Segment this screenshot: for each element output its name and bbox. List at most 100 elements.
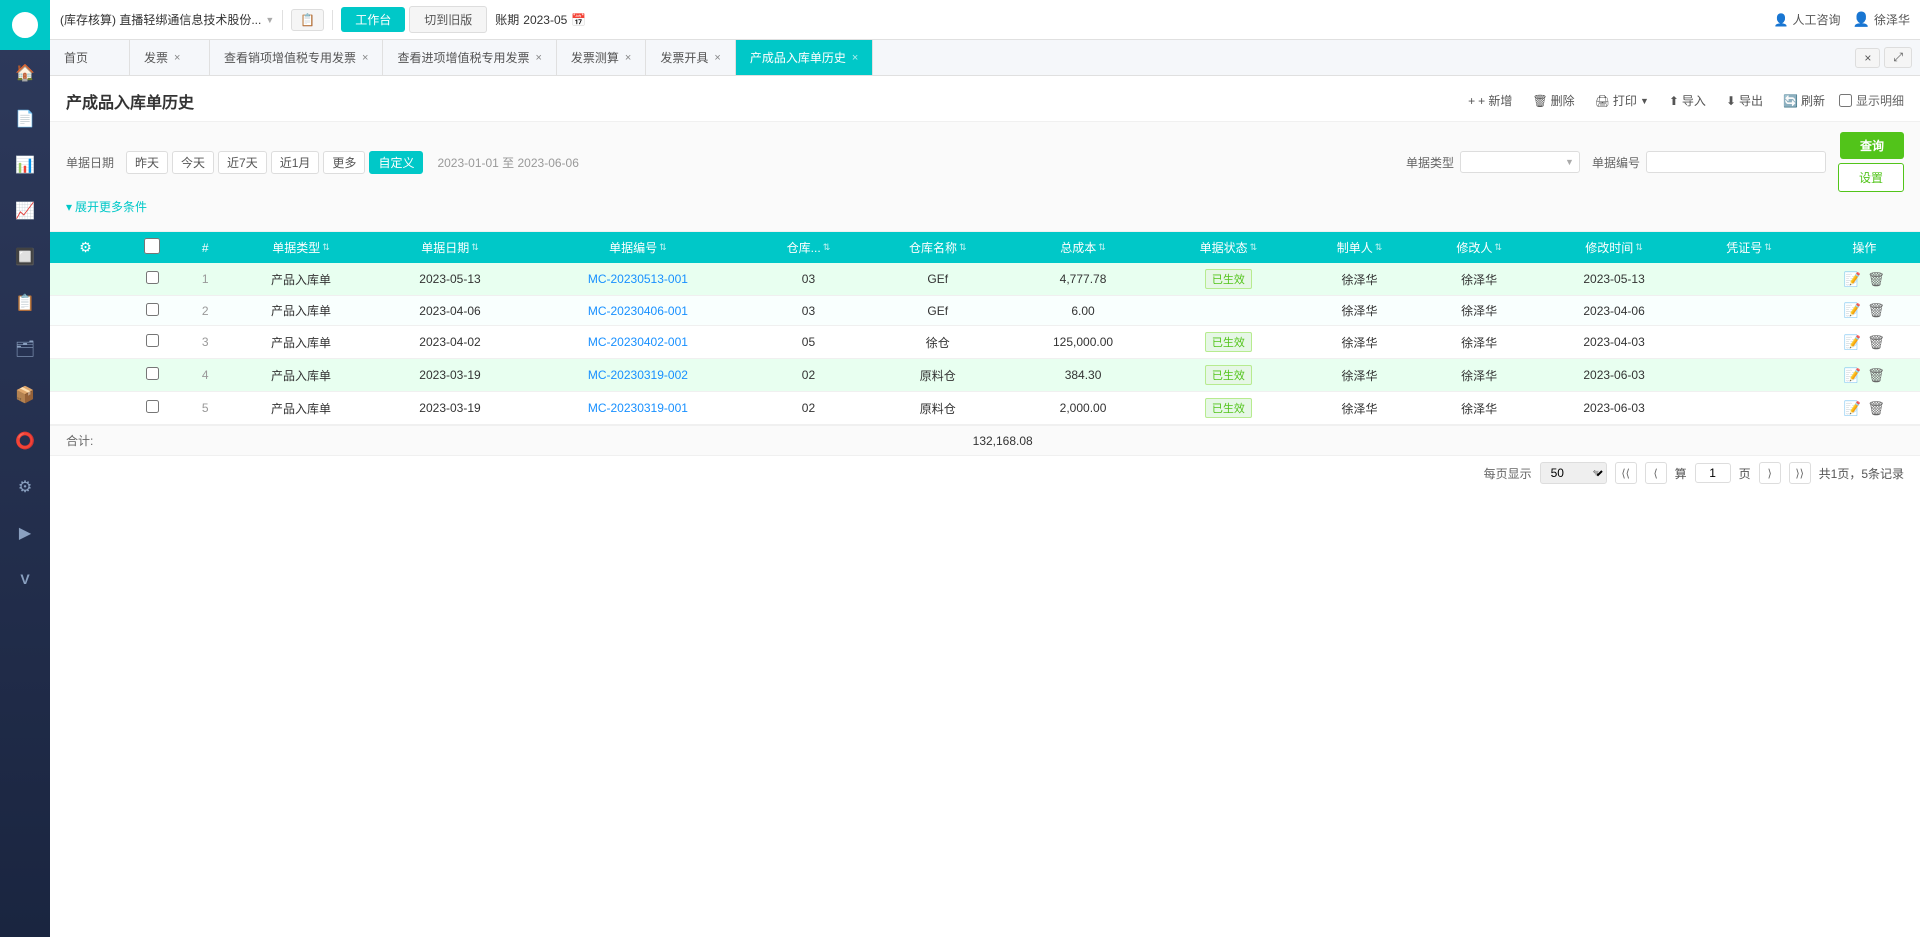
date-btn-more[interactable]: 更多 — [323, 151, 365, 174]
col-modifier[interactable]: 修改人⇅ — [1419, 232, 1539, 263]
show-detail-checkbox[interactable] — [1839, 94, 1852, 107]
cell-checkbox[interactable] — [121, 326, 183, 359]
close-all-tabs-button[interactable]: × — [1855, 48, 1880, 68]
cell-checkbox[interactable] — [121, 359, 183, 392]
sidebar-item-module8[interactable]: 📦 — [0, 372, 50, 418]
delete-button[interactable]: 🗑 删除 — [1526, 88, 1580, 113]
delete-row-icon[interactable]: 🗑 — [1867, 302, 1885, 319]
tab-product-inbound[interactable]: 产成品入库单历史 × — [736, 40, 873, 75]
first-page-button[interactable]: ⟨⟨ — [1615, 462, 1637, 484]
company-dropdown-icon: ▼ — [265, 15, 274, 25]
row-checkbox[interactable] — [146, 303, 159, 316]
tab-invoice-calc-close[interactable]: × — [625, 52, 631, 64]
tab-invoice-open-close[interactable]: × — [714, 52, 720, 64]
tab-sales-vat-close[interactable]: × — [362, 52, 368, 64]
tab-invoice-calc[interactable]: 发票测算 × — [557, 40, 646, 75]
tab-sales-vat[interactable]: 查看销项增值税专用发票 × — [210, 40, 383, 75]
sidebar-item-home[interactable]: 🏠 — [0, 50, 50, 96]
doc-copy-button[interactable]: 📋 — [291, 9, 324, 31]
per-page-select[interactable]: 20 50 100 — [1540, 462, 1607, 484]
refresh-button[interactable]: 🔄 刷新 — [1777, 88, 1831, 113]
prev-page-button[interactable]: ⟨ — [1645, 462, 1667, 484]
tab-purchase-vat-close[interactable]: × — [535, 52, 541, 64]
sidebar-item-doc[interactable]: 📄 — [0, 96, 50, 142]
query-button[interactable]: 查询 — [1840, 132, 1904, 159]
row-checkbox[interactable] — [146, 334, 159, 347]
code-link[interactable]: MC-20230319-001 — [588, 401, 688, 415]
period-selector[interactable]: 账期 2023-05 📅 — [495, 11, 586, 28]
import-button[interactable]: ⬆ 导入 — [1663, 88, 1712, 113]
cell-checkbox[interactable] — [121, 392, 183, 425]
col-status[interactable]: 单据状态⇅ — [1157, 232, 1300, 263]
expand-tabs-button[interactable]: ⤢ — [1884, 47, 1912, 68]
switch-old-button[interactable]: 切到旧版 — [409, 6, 487, 33]
export-button[interactable]: ⬇ 导出 — [1720, 88, 1769, 113]
col-settings[interactable]: ⚙ — [50, 232, 121, 263]
date-btn-custom[interactable]: 自定义 — [369, 151, 423, 174]
col-voucher[interactable]: 凭证号⇅ — [1689, 232, 1809, 263]
delete-row-icon[interactable]: 🗑 — [1867, 271, 1885, 288]
col-type[interactable]: 单据类型⇅ — [227, 232, 375, 263]
sidebar-item-trend[interactable]: 📈 — [0, 188, 50, 234]
delete-row-icon[interactable]: 🗑 — [1867, 334, 1885, 351]
tab-home[interactable]: 首页 — [50, 40, 130, 75]
select-all-checkbox[interactable] — [144, 238, 160, 254]
code-link[interactable]: MC-20230406-001 — [588, 304, 688, 318]
type-select[interactable]: 产品入库单 — [1460, 151, 1580, 173]
edit-icon[interactable]: 📝 — [1844, 302, 1861, 319]
tab-purchase-vat[interactable]: 查看进项增值税专用发票 × — [383, 40, 556, 75]
column-settings-button[interactable]: ⚙ — [75, 239, 96, 256]
tab-invoice-close[interactable]: × — [174, 52, 180, 64]
col-warehouse-code[interactable]: 仓库...⇅ — [751, 232, 867, 263]
date-btn-7days[interactable]: 近7天 — [218, 151, 267, 174]
edit-icon[interactable]: 📝 — [1844, 400, 1861, 417]
sidebar-item-module10[interactable]: ⚙ — [0, 464, 50, 510]
code-link[interactable]: MC-20230402-001 — [588, 335, 688, 349]
tab-invoice[interactable]: 发票 × — [130, 40, 210, 75]
sidebar-item-module7[interactable]: 🗂 — [0, 326, 50, 372]
col-total-cost[interactable]: 总成本⇅ — [1009, 232, 1157, 263]
next-page-button[interactable]: ⟩ — [1759, 462, 1781, 484]
print-button[interactable]: 🖨 打印 ▼ — [1589, 88, 1655, 113]
user-area[interactable]: 👤 徐泽华 — [1853, 11, 1910, 28]
code-link[interactable]: MC-20230319-002 — [588, 368, 688, 382]
cell-checkbox[interactable] — [121, 296, 183, 326]
row-checkbox[interactable] — [146, 271, 159, 284]
cell-checkbox[interactable] — [121, 263, 183, 296]
expand-conditions-button[interactable]: ▾ 展开更多条件 — [66, 198, 147, 215]
code-link[interactable]: MC-20230513-001 — [588, 272, 688, 286]
row-checkbox[interactable] — [146, 367, 159, 380]
company-selector[interactable]: (库存核算) 直播轻绑通信息技术股份... ▼ — [60, 11, 274, 28]
set-button[interactable]: 设置 — [1838, 163, 1904, 192]
sidebar-item-module11[interactable]: ▶ — [0, 510, 50, 556]
date-btn-yesterday[interactable]: 昨天 — [126, 151, 168, 174]
sidebar-item-module6[interactable]: 📋 — [0, 280, 50, 326]
edit-icon[interactable]: 📝 — [1844, 367, 1861, 384]
date-btn-1month[interactable]: 近1月 — [271, 151, 320, 174]
edit-icon[interactable]: 📝 — [1844, 334, 1861, 351]
workspace-button[interactable]: 工作台 — [341, 7, 405, 32]
row-checkbox[interactable] — [146, 400, 159, 413]
col-modify-time[interactable]: 修改时间⇅ — [1539, 232, 1689, 263]
sidebar-item-module5[interactable]: 🔲 — [0, 234, 50, 280]
show-detail-area[interactable]: 显示明细 — [1839, 92, 1904, 109]
col-code[interactable]: 单据编号⇅ — [525, 232, 750, 263]
new-button[interactable]: + + 新增 — [1462, 88, 1518, 113]
edit-icon[interactable]: 📝 — [1844, 271, 1861, 288]
col-warehouse-name[interactable]: 仓库名称⇅ — [866, 232, 1009, 263]
service-area[interactable]: 👤 人工咨询 — [1774, 11, 1841, 28]
col-checkbox[interactable] — [121, 232, 183, 263]
tab-invoice-open[interactable]: 发票开具 × — [646, 40, 735, 75]
sidebar-item-chart[interactable]: 📊 — [0, 142, 50, 188]
last-page-button[interactable]: ⟩⟩ — [1789, 462, 1811, 484]
delete-row-icon[interactable]: 🗑 — [1867, 400, 1885, 417]
sidebar-item-module9[interactable]: ⭕ — [0, 418, 50, 464]
number-filter-input[interactable] — [1646, 151, 1826, 173]
page-number-input[interactable] — [1695, 463, 1731, 483]
sidebar-item-module12[interactable]: V — [0, 556, 50, 602]
tab-product-inbound-close[interactable]: × — [852, 52, 858, 64]
delete-row-icon[interactable]: 🗑 — [1867, 367, 1885, 384]
date-btn-today[interactable]: 今天 — [172, 151, 214, 174]
col-date[interactable]: 单据日期⇅ — [375, 232, 525, 263]
col-creator[interactable]: 制单人⇅ — [1300, 232, 1420, 263]
